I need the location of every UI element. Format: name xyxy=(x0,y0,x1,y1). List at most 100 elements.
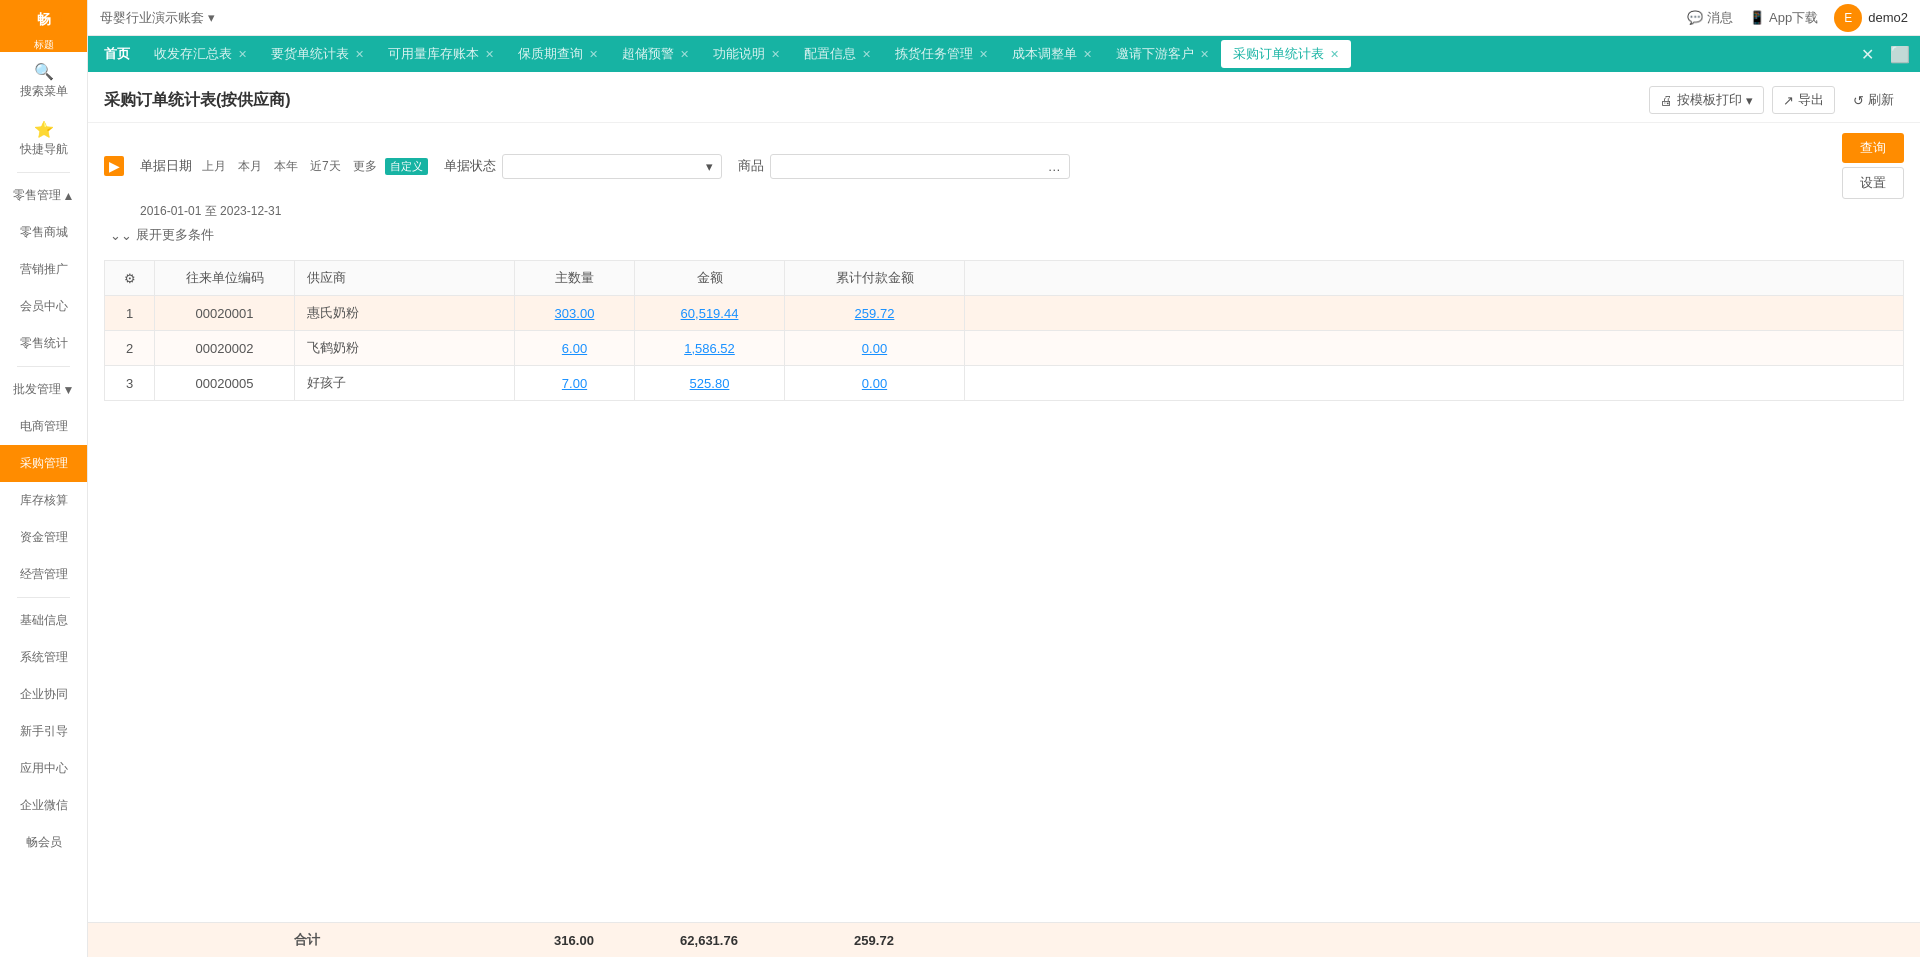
industry-selector[interactable]: 母婴行业演示账套 ▾ xyxy=(100,9,215,27)
tab-zhuhuo-close[interactable]: ✕ xyxy=(979,48,988,61)
tab-shoufaahui[interactable]: 收发存汇总表 ✕ xyxy=(142,40,259,68)
print-button[interactable]: 🖨 按模板打印 ▾ xyxy=(1649,86,1764,114)
sidebar-item-newguide[interactable]: 新手引导 xyxy=(0,713,87,750)
tab-baozhiqi-close[interactable]: ✕ xyxy=(589,48,598,61)
tab-chaochuyujing[interactable]: 超储预警 ✕ xyxy=(610,40,701,68)
sidebar-item-system[interactable]: 系统管理 xyxy=(0,639,87,676)
message-button[interactable]: 💬 消息 xyxy=(1687,9,1733,27)
shortcut-last-7days[interactable]: 近7天 xyxy=(306,156,345,177)
tab-caigou-close[interactable]: ✕ xyxy=(1330,48,1339,61)
table-row[interactable]: 2 00020002 飞鹤奶粉 6.00 1,586.52 0.00 xyxy=(105,331,1904,366)
sidebar-item-purchase[interactable]: 采购管理 xyxy=(0,445,87,482)
tab-yaoqing[interactable]: 邀请下游客户 ✕ xyxy=(1104,40,1221,68)
user-menu[interactable]: E demo2 xyxy=(1834,4,1908,32)
tab-chengben[interactable]: 成本调整单 ✕ xyxy=(1000,40,1104,68)
tab-yaohuo-close[interactable]: ✕ xyxy=(355,48,364,61)
sidebar-item-search[interactable]: 🔍 搜索菜单 xyxy=(0,52,87,110)
tab-keyong-close[interactable]: ✕ xyxy=(485,48,494,61)
app-download-button[interactable]: 📱 App下载 xyxy=(1749,9,1818,27)
refresh-button[interactable]: ↺ 刷新 xyxy=(1843,87,1904,113)
shortcut-this-year[interactable]: 本年 xyxy=(270,156,302,177)
tab-caigou[interactable]: 采购订单统计表 ✕ xyxy=(1221,40,1351,68)
date-label: 单据日期 xyxy=(140,157,192,175)
shortcut-last-month[interactable]: 上月 xyxy=(198,156,230,177)
sidebar-item-ecommerce[interactable]: 电商管理 xyxy=(0,408,87,445)
tab-home[interactable]: 首页 xyxy=(92,40,142,68)
table-row[interactable]: 1 00020001 惠氏奶粉 303.00 60,519.44 259.72 xyxy=(105,296,1904,331)
tabbar-maximize[interactable]: ⬜ xyxy=(1884,43,1916,66)
tab-baozhiqi-label: 保质期查询 xyxy=(518,45,583,63)
tab-keyong[interactable]: 可用量库存账本 ✕ xyxy=(376,40,506,68)
tab-caigou-label: 采购订单统计表 xyxy=(1233,45,1324,63)
table-header-row: ⚙ 往来单位编码 供应商 主数量 xyxy=(105,261,1904,296)
sidebar-item-member[interactable]: 会员中心 xyxy=(0,288,87,325)
weixin-label: 企业微信 xyxy=(20,797,68,814)
tabbar-close-all[interactable]: ✕ xyxy=(1855,43,1880,66)
appcenter-label: 应用中心 xyxy=(20,760,68,777)
th-settings[interactable]: ⚙ xyxy=(105,261,155,296)
sidebar: 畅 标题 🔍 搜索菜单 ⭐ 快捷导航 零售管理 ▲ 零售商城 营销推广 会员中心… xyxy=(0,0,88,957)
sidebar-item-retail-store[interactable]: 零售商城 xyxy=(0,214,87,251)
date-range-display: 2016-01-01 至 2023-12-31 xyxy=(140,203,281,220)
cell-qty-0[interactable]: 303.00 xyxy=(515,296,635,331)
sidebar-item-operations[interactable]: 经营管理 xyxy=(0,556,87,593)
sidebar-item-member2[interactable]: 畅会员 xyxy=(0,824,87,861)
tab-chaochuyujing-close[interactable]: ✕ xyxy=(680,48,689,61)
tab-yaoqing-close[interactable]: ✕ xyxy=(1200,48,1209,61)
status-select[interactable]: ▾ xyxy=(502,154,722,179)
tab-peizhi[interactable]: 配置信息 ✕ xyxy=(792,40,883,68)
settings-button[interactable]: 设置 xyxy=(1842,167,1904,199)
cell-paid-1[interactable]: 0.00 xyxy=(785,331,965,366)
cell-code-2: 00020005 xyxy=(155,366,295,401)
tab-zhuhuo[interactable]: 拣货任务管理 ✕ xyxy=(883,40,1000,68)
cell-paid-0[interactable]: 259.72 xyxy=(785,296,965,331)
tab-baozhiqi[interactable]: 保质期查询 ✕ xyxy=(506,40,610,68)
filter-collapse-toggle[interactable]: ▶ xyxy=(104,156,124,176)
goods-input-more[interactable]: … xyxy=(1048,159,1061,174)
tab-gongneng[interactable]: 功能说明 ✕ xyxy=(701,40,792,68)
divider-2 xyxy=(17,366,69,367)
tab-shoufaahui-label: 收发存汇总表 xyxy=(154,45,232,63)
cell-paid-2[interactable]: 0.00 xyxy=(785,366,965,401)
sidebar-item-finance[interactable]: 资金管理 xyxy=(0,519,87,556)
sidebar-item-search-label: 搜索菜单 xyxy=(20,83,68,100)
sidebar-item-marketing[interactable]: 营销推广 xyxy=(0,251,87,288)
sidebar-item-weixin[interactable]: 企业微信 xyxy=(0,787,87,824)
sidebar-item-enterprise[interactable]: 企业协同 xyxy=(0,676,87,713)
cell-amount-2[interactable]: 525.80 xyxy=(635,366,785,401)
app-logo[interactable]: 畅 标题 xyxy=(0,0,88,52)
tab-chengben-label: 成本调整单 xyxy=(1012,45,1077,63)
sidebar-item-wholesale[interactable]: 批发管理 ▼ xyxy=(0,371,87,408)
shortcut-this-month[interactable]: 本月 xyxy=(234,156,266,177)
page-header: 采购订单统计表(按供应商) 🖨 按模板打印 ▾ ↗ 导出 ↺ 刷新 xyxy=(88,72,1920,123)
sidebar-item-inventory[interactable]: 库存核算 xyxy=(0,482,87,519)
cell-amount-0[interactable]: 60,519.44 xyxy=(635,296,785,331)
sidebar-item-retail-stats[interactable]: 零售统计 xyxy=(0,325,87,362)
tab-chengben-close[interactable]: ✕ xyxy=(1083,48,1092,61)
topbar-right: 💬 消息 📱 App下载 E demo2 xyxy=(1687,4,1908,32)
th-code: 往来单位编码 xyxy=(155,261,295,296)
cell-qty-1[interactable]: 6.00 xyxy=(515,331,635,366)
sidebar-item-appcenter[interactable]: 应用中心 xyxy=(0,750,87,787)
tab-peizhi-close[interactable]: ✕ xyxy=(862,48,871,61)
expand-conditions-button[interactable]: ⌄⌄ 展开更多条件 xyxy=(110,226,214,244)
sidebar-item-quicknav[interactable]: ⭐ 快捷导航 xyxy=(0,110,87,168)
tab-shoufaahui-close[interactable]: ✕ xyxy=(238,48,247,61)
query-button[interactable]: 查询 xyxy=(1842,133,1904,163)
sidebar-item-basic[interactable]: 基础信息 xyxy=(0,602,87,639)
tabbar-actions: ✕ ⬜ xyxy=(1855,43,1916,66)
goods-input[interactable] xyxy=(779,159,1042,174)
shortcut-more[interactable]: 更多 xyxy=(349,156,381,177)
sidebar-item-retail[interactable]: 零售管理 ▲ xyxy=(0,177,87,214)
main-content: 母婴行业演示账套 ▾ 💬 消息 📱 App下载 E demo2 首页 收发存汇总… xyxy=(88,0,1920,957)
page-title: 采购订单统计表(按供应商) xyxy=(104,90,291,111)
th-empty xyxy=(965,261,1904,296)
tab-yaohuo[interactable]: 要货单统计表 ✕ xyxy=(259,40,376,68)
tab-gongneng-close[interactable]: ✕ xyxy=(771,48,780,61)
export-button[interactable]: ↗ 导出 xyxy=(1772,86,1835,114)
table-row[interactable]: 3 00020005 好孩子 7.00 525.80 0.00 xyxy=(105,366,1904,401)
collapse-btn[interactable]: ▶ xyxy=(104,156,124,176)
cell-qty-2[interactable]: 7.00 xyxy=(515,366,635,401)
refresh-icon: ↺ xyxy=(1853,93,1864,108)
cell-amount-1[interactable]: 1,586.52 xyxy=(635,331,785,366)
